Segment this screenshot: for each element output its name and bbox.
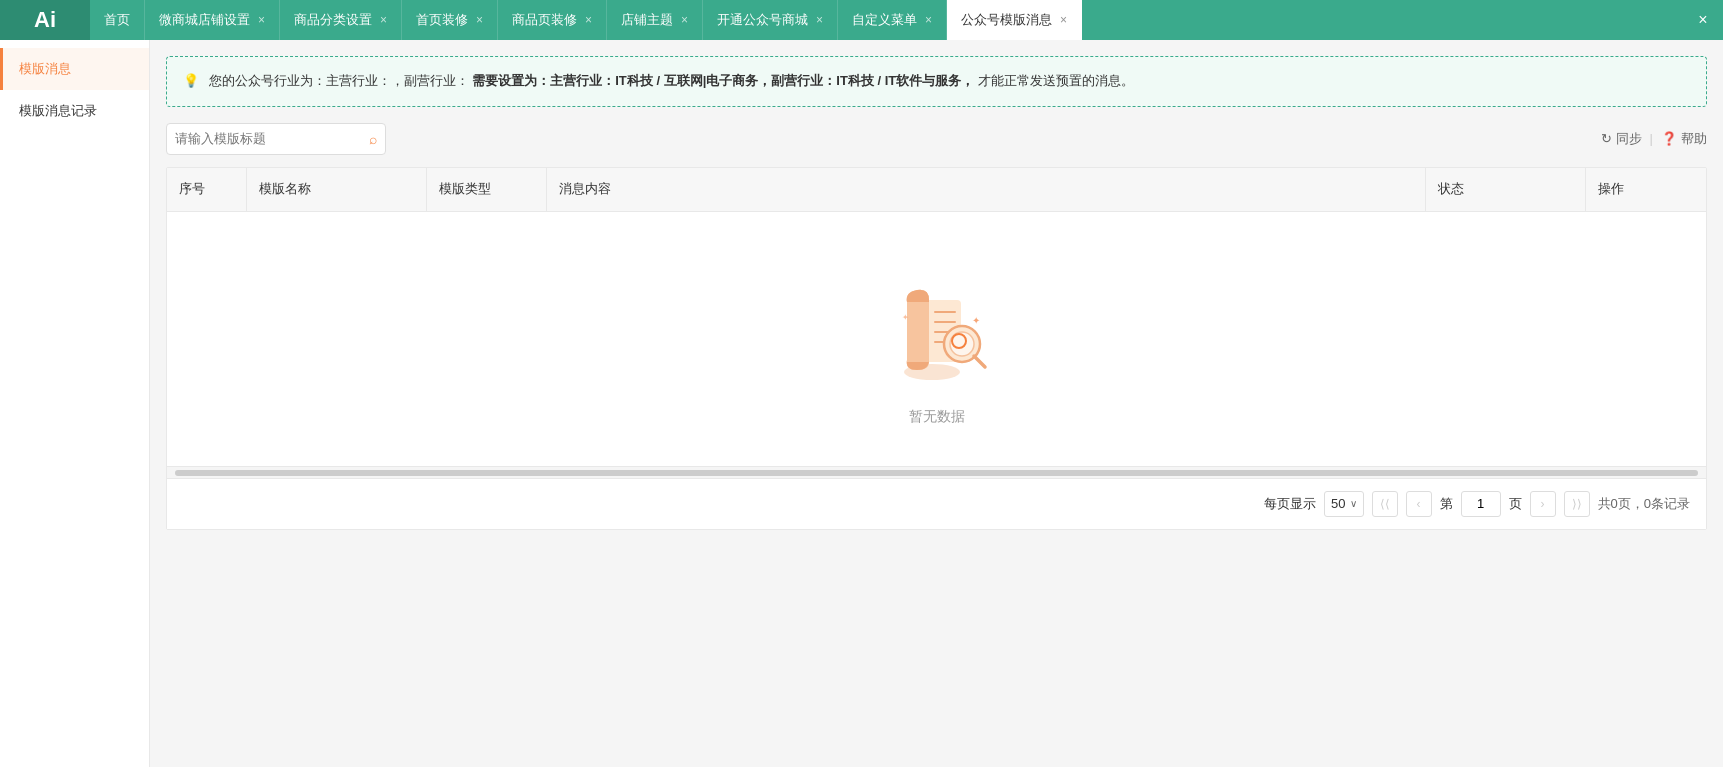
logo: Ai [0,0,90,40]
nav-tabs: 首页 微商城店铺设置 × 商品分类设置 × 首页装修 × 商品页装修 × 店铺主… [90,0,1683,40]
help-icon: ❓ [1661,131,1677,146]
nav-tab-shop-theme[interactable]: 店铺主题 × [607,0,703,40]
nav-tab-home-decor[interactable]: 首页装修 × [402,0,498,40]
page-size-chevron: ∨ [1350,498,1357,509]
nav-tab-category[interactable]: 商品分类设置 × [280,0,402,40]
page-number-input[interactable] [1461,491,1501,517]
nav-tab-product-decor[interactable]: 商品页装修 × [498,0,607,40]
horizontal-scrollbar[interactable] [167,466,1706,478]
close-tab-custom-menu[interactable]: × [925,13,932,27]
bulb-icon: 💡 [183,73,199,88]
page-label: 页 [1509,495,1522,513]
search-actions: ↻ 同步 | ❓ 帮助 [1601,130,1707,148]
col-status: 状态 [1426,168,1586,211]
nav-tab-open-mall[interactable]: 开通公众号商城 × [703,0,838,40]
close-tab-shop-theme[interactable]: × [681,13,688,27]
col-type: 模版类型 [427,168,547,211]
sidebar: 模版消息 模版消息记录 [0,40,150,767]
last-page-icon: ⟩⟩ [1572,497,1582,511]
prev-page-icon: ‹ [1417,497,1421,511]
notice-suffix: 才能正常发送预置的消息。 [978,73,1134,88]
empty-icon: ✦ ✦ [877,272,997,392]
sync-icon: ↻ [1601,131,1612,146]
nav-tab-home[interactable]: 首页 [90,0,145,40]
nav-tab-custom-menu[interactable]: 自定义菜单 × [838,0,947,40]
col-seq: 序号 [167,168,247,211]
close-tab-product-decor[interactable]: × [585,13,592,27]
col-name: 模版名称 [247,168,427,211]
close-tab-wechat-shop[interactable]: × [258,13,265,27]
col-content: 消息内容 [547,168,1426,211]
sync-button[interactable]: ↻ 同步 [1601,130,1642,148]
sidebar-item-template-record[interactable]: 模版消息记录 [0,90,149,132]
notice-highlight: 需要设置为：主营行业：IT科技 / 互联网|电子商务，副营行业：IT科技 / I… [472,73,974,88]
page-size-value: 50 [1331,496,1345,511]
search-icon[interactable]: ⌕ [369,131,377,147]
svg-text:✦: ✦ [902,313,909,322]
first-page-icon: ⟨⟨ [1380,497,1390,511]
content-area: 💡 您的公众号行业为：主营行业：，副营行业： 需要设置为：主营行业：IT科技 /… [150,40,1723,767]
prev-page-button[interactable]: ‹ [1406,491,1432,517]
main-layout: 模版消息 模版消息记录 💡 您的公众号行业为：主营行业：，副营行业： 需要设置为… [0,40,1723,767]
actions-divider: | [1650,131,1653,146]
scroll-track[interactable] [175,470,1698,476]
last-page-button[interactable]: ⟩⟩ [1564,491,1590,517]
close-tab-template-msg[interactable]: × [1060,13,1067,27]
close-tab-home-decor[interactable]: × [476,13,483,27]
pagination: 每页显示 50 ∨ ⟨⟨ ‹ 第 页 › ⟩⟩ [167,478,1706,529]
svg-text:✦: ✦ [972,315,980,326]
notice-prefix: 您的公众号行业为：主营行业：，副营行业： [209,73,469,88]
help-button[interactable]: ❓ 帮助 [1661,130,1707,148]
col-action: 操作 [1586,168,1706,211]
page-size-label: 每页显示 [1264,495,1316,513]
search-input-wrap[interactable]: ⌕ [166,123,386,155]
first-page-button[interactable]: ⟨⟨ [1372,491,1398,517]
help-label: 帮助 [1681,130,1707,148]
sync-label: 同步 [1616,130,1642,148]
next-page-icon: › [1541,497,1545,511]
top-nav: Ai 首页 微商城店铺设置 × 商品分类设置 × 首页装修 × 商品页装修 × … [0,0,1723,40]
table-header: 序号 模版名称 模版类型 消息内容 状态 操作 [167,168,1706,212]
notice-box: 💡 您的公众号行业为：主营行业：，副营行业： 需要设置为：主营行业：IT科技 /… [166,56,1707,107]
total-info: 共0页，0条记录 [1598,495,1690,513]
nav-tab-wechat-shop[interactable]: 微商城店铺设置 × [145,0,280,40]
close-tab-open-mall[interactable]: × [816,13,823,27]
empty-state: ✦ ✦ 暂无数据 [167,212,1706,466]
empty-text: 暂无数据 [909,408,965,426]
sidebar-item-template-msg[interactable]: 模版消息 [0,48,149,90]
nav-tab-template-msg[interactable]: 公众号模版消息 × [947,0,1082,40]
page-size-select[interactable]: 50 ∨ [1324,491,1363,517]
data-table: 序号 模版名称 模版类型 消息内容 状态 操作 [166,167,1707,530]
search-input[interactable] [175,131,369,146]
svg-line-7 [974,356,985,367]
search-bar: ⌕ ↻ 同步 | ❓ 帮助 [166,123,1707,155]
di-label: 第 [1440,495,1453,513]
next-page-button[interactable]: › [1530,491,1556,517]
global-close-button[interactable]: × [1683,0,1723,40]
close-tab-category[interactable]: × [380,13,387,27]
